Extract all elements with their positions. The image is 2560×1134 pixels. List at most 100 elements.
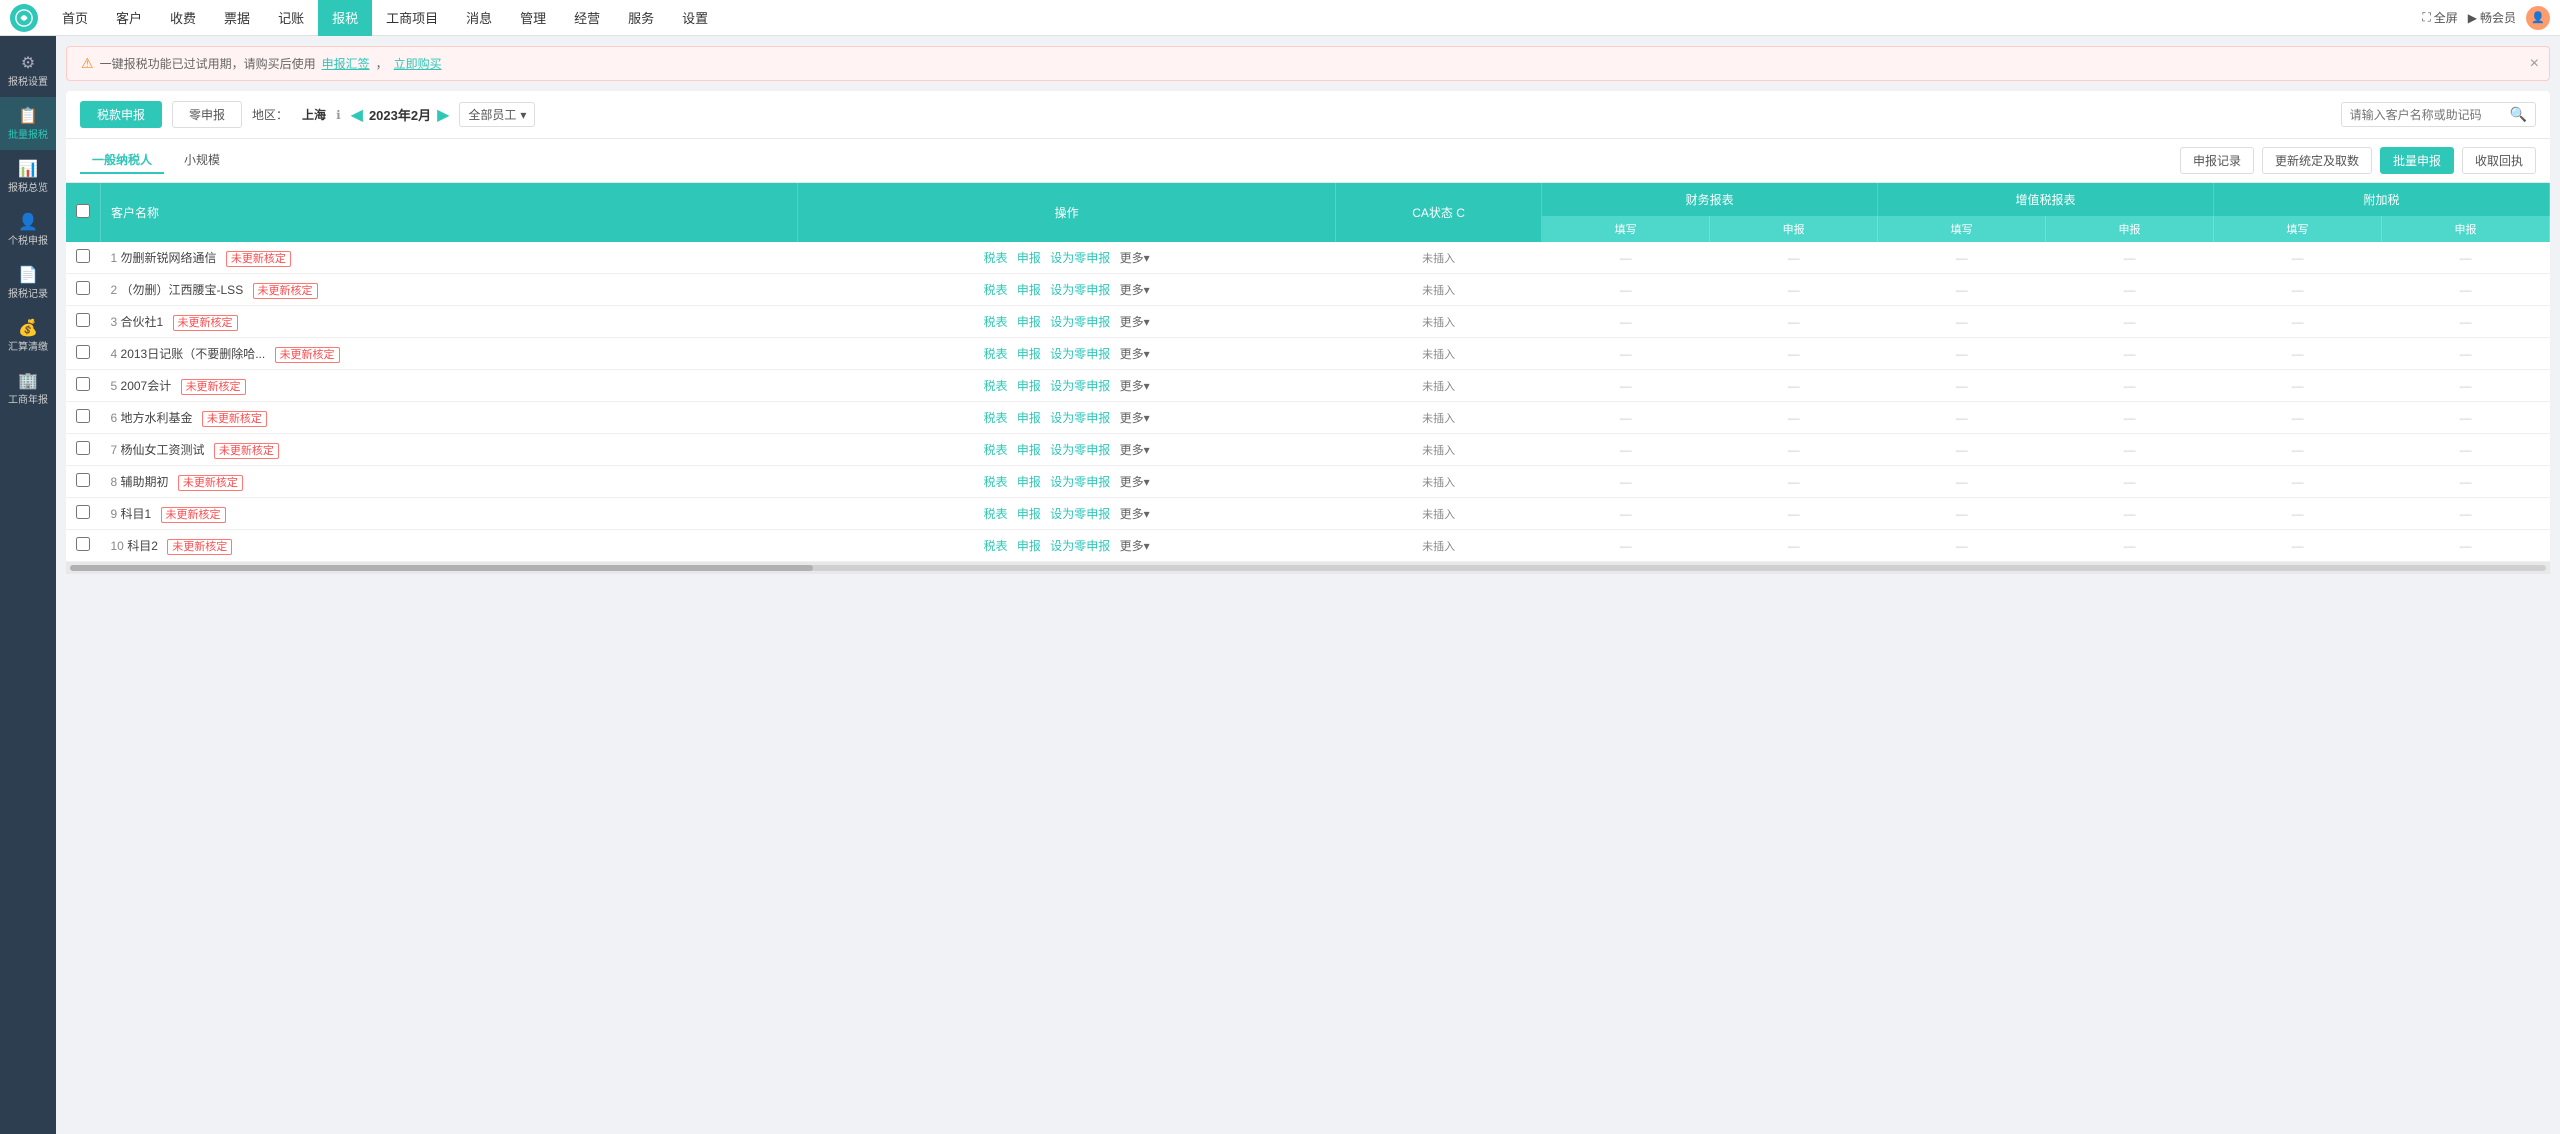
batch-declare-button[interactable]: 批量申报 [2380,147,2454,174]
tab-zero-declaration[interactable]: 零申报 [172,101,242,128]
row-op-declare[interactable]: 申报 [1017,379,1041,393]
row-op-zero-declare[interactable]: 设为零申报 [1050,379,1110,393]
retrieve-receipt-button[interactable]: 收取回执 [2462,147,2536,174]
row-op-declare[interactable]: 申报 [1017,475,1041,489]
tab-tax-declaration[interactable]: 税款申报 [80,101,162,128]
search-icon[interactable]: 🔍 [2510,106,2527,123]
row-checkbox-0[interactable] [76,249,90,263]
scrollbar-thumb[interactable] [70,565,813,571]
declaration-records-button[interactable]: 申报记录 [2180,147,2254,174]
row-op-zero-declare[interactable]: 设为零申报 [1050,507,1110,521]
row-op-declare[interactable]: 申报 [1017,411,1041,425]
row-op-more[interactable]: 更多▾ [1120,443,1150,457]
tab-general-taxpayer[interactable]: 一般纳税人 [80,147,164,174]
prev-month-button[interactable]: ◀ [351,105,363,125]
row-unverified-tag: 未更新核定 [173,315,238,331]
nav-messages[interactable]: 消息 [452,0,506,36]
select-all-checkbox[interactable] [76,204,90,218]
fullscreen-button[interactable]: ⛶ 全屏 [2422,9,2457,26]
row-op-tax-table[interactable]: 税表 [984,347,1008,361]
row-checkbox-1[interactable] [76,281,90,295]
row-op-zero-declare[interactable]: 设为零申报 [1050,475,1110,489]
sidebar-item-tax-settings[interactable]: ⚙ 报税设置 [0,44,56,97]
nav-settings[interactable]: 设置 [668,0,722,36]
nav-services[interactable]: 服务 [614,0,668,36]
nav-bookkeeping[interactable]: 记账 [264,0,318,36]
row-op-zero-declare[interactable]: 设为零申报 [1050,443,1110,457]
row-op-more[interactable]: 更多▾ [1120,411,1150,425]
sidebar-item-settlement[interactable]: 💰 汇算清缴 [0,309,56,362]
horizontal-scrollbar[interactable] [66,562,2550,574]
row-op-declare[interactable]: 申报 [1017,539,1041,553]
row-checkbox-8[interactable] [76,505,90,519]
row-checkbox-9[interactable] [76,537,90,551]
nav-management[interactable]: 管理 [506,0,560,36]
row-op-zero-declare[interactable]: 设为零申报 [1050,251,1110,265]
row-op-more[interactable]: 更多▾ [1120,347,1150,361]
row-checkbox-6[interactable] [76,441,90,455]
nav-invoice[interactable]: 票据 [210,0,264,36]
header-add-fill: 填写 [2214,216,2382,242]
tab-small-scale[interactable]: 小规模 [172,147,232,174]
nav-billing[interactable]: 收费 [156,0,210,36]
sidebar-item-tax-overview[interactable]: 📊 报税总览 [0,150,56,203]
row-op-more[interactable]: 更多▾ [1120,251,1150,265]
row-op-zero-declare[interactable]: 设为零申报 [1050,315,1110,329]
row-customer-name: 杨仙女工资测试 [121,443,205,457]
row-op-zero-declare[interactable]: 设为零申报 [1050,347,1110,361]
row-op-more[interactable]: 更多▾ [1120,315,1150,329]
next-month-button[interactable]: ▶ [437,105,449,125]
row-op-zero-declare[interactable]: 设为零申报 [1050,539,1110,553]
row-op-declare[interactable]: 申报 [1017,347,1041,361]
row-checkbox-5[interactable] [76,409,90,423]
nav-business[interactable]: 工商项目 [372,0,452,36]
row-op-tax-table[interactable]: 税表 [984,443,1008,457]
nav-home[interactable]: 首页 [48,0,102,36]
row-op-more[interactable]: 更多▾ [1120,475,1150,489]
row-op-declare[interactable]: 申报 [1017,251,1041,265]
region-info-icon[interactable]: ℹ [336,108,341,122]
banner-link-declaration[interactable]: 申报汇签 [322,55,370,72]
sidebar-item-batch-tax[interactable]: 📋 批量报税 [0,97,56,150]
row-op-tax-table[interactable]: 税表 [984,251,1008,265]
nav-operations[interactable]: 经营 [560,0,614,36]
nav-clients[interactable]: 客户 [102,0,156,36]
row-checkbox-4[interactable] [76,377,90,391]
row-ca-status: 未插入 [1422,445,1455,457]
row-op-tax-table[interactable]: 税表 [984,315,1008,329]
row-op-tax-table[interactable]: 税表 [984,411,1008,425]
row-op-more[interactable]: 更多▾ [1120,379,1150,393]
search-input[interactable] [2350,108,2510,122]
row-checkbox-2[interactable] [76,313,90,327]
nav-tax[interactable]: 报税 [318,0,372,36]
row-op-tax-table[interactable]: 税表 [984,507,1008,521]
row-vat-fill-cell: — [1878,498,2046,530]
update-fetch-button[interactable]: 更新统定及取数 [2262,147,2372,174]
banner-close-button[interactable]: × [2530,55,2539,73]
row-op-declare[interactable]: 申报 [1017,315,1041,329]
row-ca-status: 未插入 [1422,381,1455,393]
row-op-more[interactable]: 更多▾ [1120,283,1150,297]
sidebar-label-settlement: 汇算清缴 [8,342,48,354]
department-select[interactable]: 全部员工 ▾ [459,102,535,127]
sidebar-item-individual-tax[interactable]: 👤 个税申报 [0,203,56,256]
row-op-more[interactable]: 更多▾ [1120,507,1150,521]
sidebar-item-tax-records[interactable]: 📄 报税记录 [0,256,56,309]
action-bar: 一般纳税人 小规模 申报记录 更新统定及取数 批量申报 收取回执 [66,139,2550,183]
user-avatar[interactable]: 👤 [2526,6,2550,30]
row-op-tax-table[interactable]: 税表 [984,379,1008,393]
row-op-tax-table[interactable]: 税表 [984,283,1008,297]
row-op-zero-declare[interactable]: 设为零申报 [1050,411,1110,425]
row-op-declare[interactable]: 申报 [1017,283,1041,297]
sidebar-item-annual-report[interactable]: 🏢 工商年报 [0,362,56,415]
row-op-zero-declare[interactable]: 设为零申报 [1050,283,1110,297]
row-op-tax-table[interactable]: 税表 [984,539,1008,553]
banner-link-buy[interactable]: 立即购买 [394,55,442,72]
vip-button[interactable]: ▶ 畅会员 [2468,9,2516,26]
row-op-declare[interactable]: 申报 [1017,443,1041,457]
row-op-more[interactable]: 更多▾ [1120,539,1150,553]
row-op-tax-table[interactable]: 税表 [984,475,1008,489]
row-checkbox-3[interactable] [76,345,90,359]
row-op-declare[interactable]: 申报 [1017,507,1041,521]
row-checkbox-7[interactable] [76,473,90,487]
